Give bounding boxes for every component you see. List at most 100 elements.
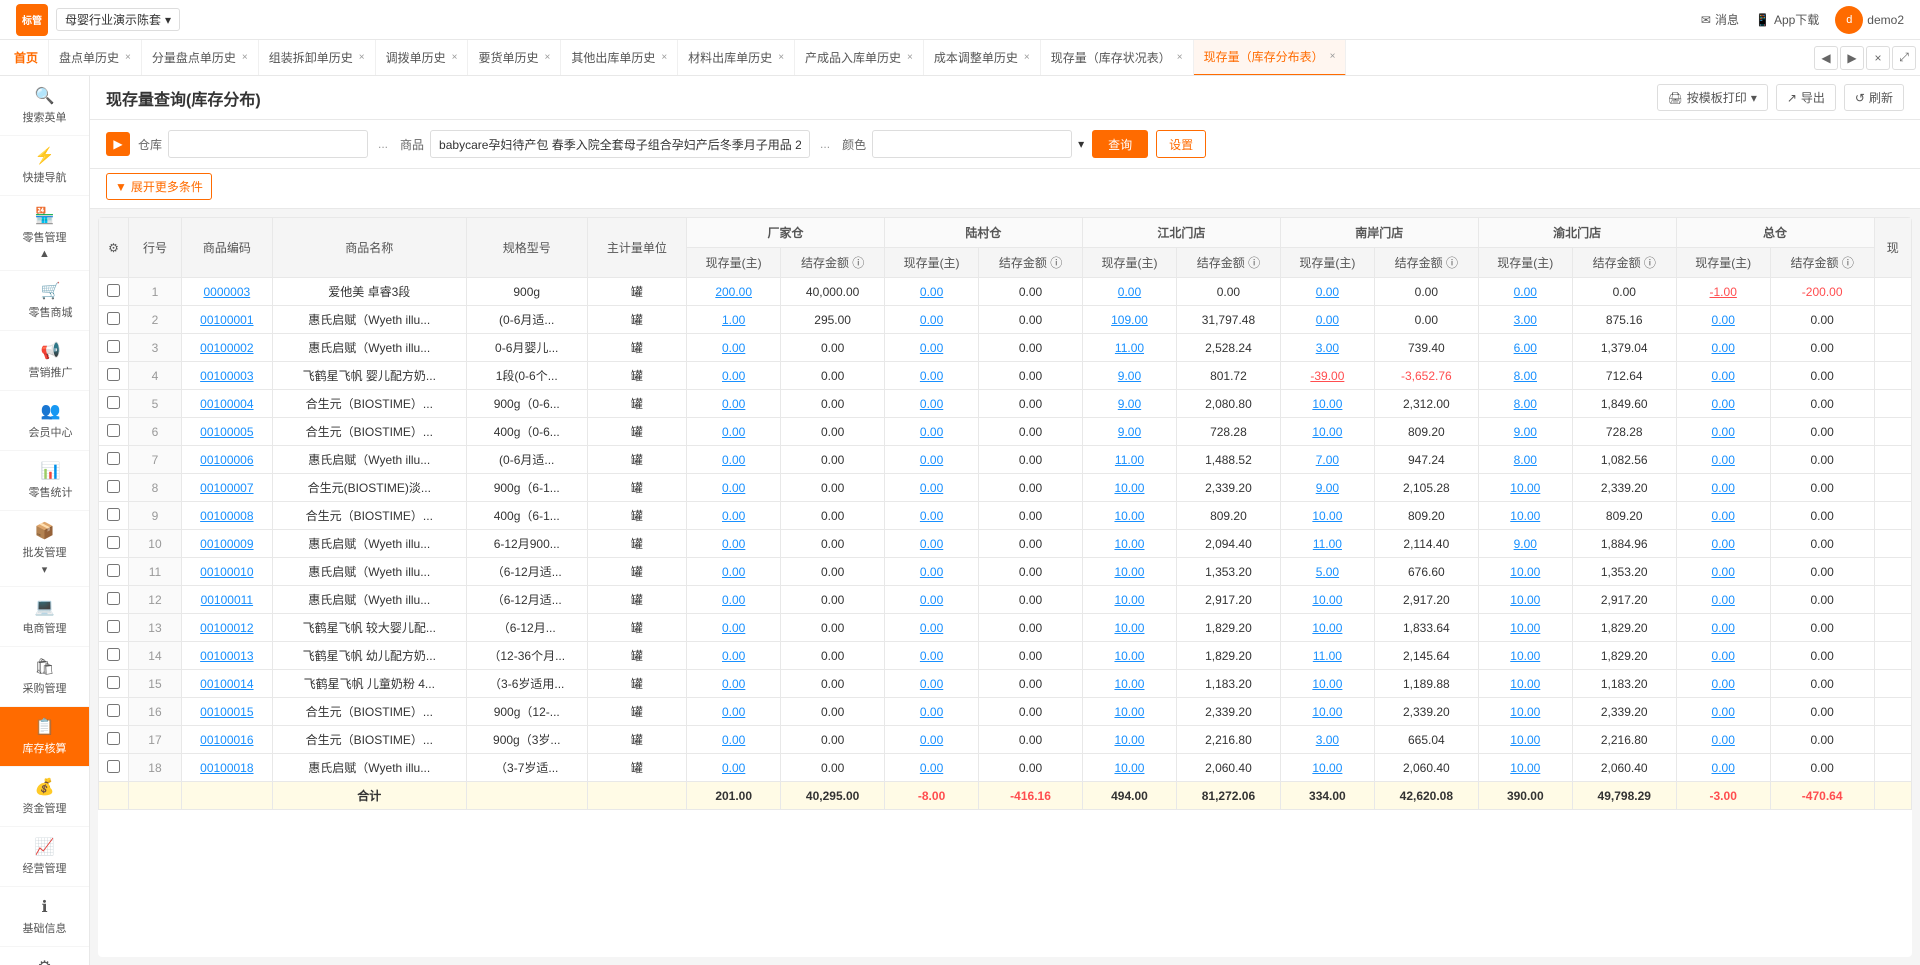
tab-stock-status[interactable]: 现存量（库存状况表） × bbox=[1041, 40, 1194, 76]
row-code[interactable]: 00100004 bbox=[181, 390, 272, 418]
row-nan-qty[interactable]: 0.00 bbox=[1280, 306, 1374, 334]
message-button[interactable]: ✉ 消息 bbox=[1701, 11, 1739, 28]
row-lu-qty[interactable]: 0.00 bbox=[884, 530, 978, 558]
row-jiangbei-qty[interactable]: 0.00 bbox=[1082, 278, 1176, 306]
company-selector[interactable]: 母婴行业演示陈套 ▾ bbox=[56, 8, 180, 31]
tab-material-outbound[interactable]: 材料出库单历史 × bbox=[678, 40, 795, 76]
row-factory-qty[interactable]: 0.00 bbox=[687, 530, 781, 558]
row-checkbox[interactable] bbox=[99, 278, 129, 306]
row-checkbox[interactable] bbox=[99, 698, 129, 726]
close-icon[interactable]: × bbox=[1024, 52, 1030, 63]
row-yubei-qty[interactable]: 8.00 bbox=[1478, 362, 1572, 390]
row-code[interactable]: 00100014 bbox=[181, 670, 272, 698]
row-yubei-qty[interactable]: 6.00 bbox=[1478, 334, 1572, 362]
row-nan-qty[interactable]: 0.00 bbox=[1280, 278, 1374, 306]
row-checkbox[interactable] bbox=[99, 306, 129, 334]
sidebar-item-purchase[interactable]: 🛍 采购管理 bbox=[0, 647, 89, 707]
row-nan-qty[interactable]: -39.00 bbox=[1280, 362, 1374, 390]
row-nan-qty[interactable]: 11.00 bbox=[1280, 530, 1374, 558]
row-nan-qty[interactable]: 10.00 bbox=[1280, 614, 1374, 642]
row-yubei-qty[interactable]: 10.00 bbox=[1478, 726, 1572, 754]
row-code[interactable]: 00100008 bbox=[181, 502, 272, 530]
row-lu-qty[interactable]: 0.00 bbox=[884, 474, 978, 502]
row-code[interactable]: 00100015 bbox=[181, 698, 272, 726]
row-total-qty[interactable]: 0.00 bbox=[1676, 502, 1770, 530]
close-icon[interactable]: × bbox=[1330, 51, 1336, 62]
row-code[interactable]: 00100016 bbox=[181, 726, 272, 754]
row-lu-qty[interactable]: 0.00 bbox=[884, 670, 978, 698]
row-jiangbei-qty[interactable]: 9.00 bbox=[1082, 418, 1176, 446]
close-icon[interactable]: × bbox=[359, 52, 365, 63]
row-jiangbei-qty[interactable]: 10.00 bbox=[1082, 754, 1176, 782]
row-yubei-qty[interactable]: 10.00 bbox=[1478, 474, 1572, 502]
row-total-qty[interactable]: 0.00 bbox=[1676, 586, 1770, 614]
row-factory-qty[interactable]: 0.00 bbox=[687, 362, 781, 390]
nav-close-button[interactable]: × bbox=[1866, 46, 1890, 70]
export-button[interactable]: ↗ 导出 bbox=[1776, 84, 1836, 111]
row-lu-qty[interactable]: 0.00 bbox=[884, 306, 978, 334]
row-code[interactable]: 00100012 bbox=[181, 614, 272, 642]
row-factory-qty[interactable]: 0.00 bbox=[687, 586, 781, 614]
warehouse-ellipsis[interactable]: ... bbox=[374, 137, 392, 151]
row-total-qty[interactable]: 0.00 bbox=[1676, 558, 1770, 586]
row-factory-qty[interactable]: 1.00 bbox=[687, 306, 781, 334]
row-checkbox[interactable] bbox=[99, 362, 129, 390]
sidebar-item-retail[interactable]: 🏪 零售管理 ▲ bbox=[0, 196, 89, 271]
row-nan-qty[interactable]: 10.00 bbox=[1280, 586, 1374, 614]
row-jiangbei-qty[interactable]: 10.00 bbox=[1082, 614, 1176, 642]
tab-product-inbound[interactable]: 产成品入库单历史 × bbox=[795, 40, 924, 76]
sidebar-item-basics[interactable]: ℹ 基础信息 bbox=[0, 887, 89, 947]
row-lu-qty[interactable]: 0.00 bbox=[884, 362, 978, 390]
row-checkbox[interactable] bbox=[99, 670, 129, 698]
sidebar-item-marketing[interactable]: 📢 营销推广 bbox=[0, 331, 89, 391]
row-code[interactable]: 00100018 bbox=[181, 754, 272, 782]
close-icon[interactable]: × bbox=[242, 52, 248, 63]
row-code[interactable]: 00100011 bbox=[181, 586, 272, 614]
row-jiangbei-qty[interactable]: 10.00 bbox=[1082, 726, 1176, 754]
row-lu-qty[interactable]: 0.00 bbox=[884, 418, 978, 446]
row-code[interactable]: 00100005 bbox=[181, 418, 272, 446]
row-lu-qty[interactable]: 0.00 bbox=[884, 642, 978, 670]
row-yubei-qty[interactable]: 8.00 bbox=[1478, 446, 1572, 474]
row-yubei-qty[interactable]: 10.00 bbox=[1478, 614, 1572, 642]
row-factory-qty[interactable]: 0.00 bbox=[687, 474, 781, 502]
tab-cost-adjust[interactable]: 成本调整单历史 × bbox=[924, 40, 1041, 76]
row-checkbox[interactable] bbox=[99, 446, 129, 474]
row-lu-qty[interactable]: 0.00 bbox=[884, 614, 978, 642]
sidebar-item-nav[interactable]: ⚡ 快捷导航 bbox=[0, 136, 89, 196]
row-code[interactable]: 00100007 bbox=[181, 474, 272, 502]
row-jiangbei-qty[interactable]: 9.00 bbox=[1082, 362, 1176, 390]
row-code[interactable]: 00100003 bbox=[181, 362, 272, 390]
row-checkbox[interactable] bbox=[99, 474, 129, 502]
tab-other-outbound[interactable]: 其他出库单历史 × bbox=[561, 40, 678, 76]
sidebar-item-members[interactable]: 👥 会员中心 bbox=[0, 391, 89, 451]
app-download-button[interactable]: 📱 App下载 bbox=[1755, 11, 1819, 28]
row-lu-qty[interactable]: 0.00 bbox=[884, 390, 978, 418]
row-factory-qty[interactable]: 0.00 bbox=[687, 418, 781, 446]
row-code[interactable]: 00100013 bbox=[181, 642, 272, 670]
row-total-qty[interactable]: 0.00 bbox=[1676, 670, 1770, 698]
row-checkbox[interactable] bbox=[99, 502, 129, 530]
close-icon[interactable]: × bbox=[544, 52, 550, 63]
row-total-qty[interactable]: 0.00 bbox=[1676, 362, 1770, 390]
row-lu-qty[interactable]: 0.00 bbox=[884, 726, 978, 754]
row-nan-qty[interactable]: 3.00 bbox=[1280, 334, 1374, 362]
row-factory-qty[interactable]: 0.00 bbox=[687, 334, 781, 362]
row-yubei-qty[interactable]: 10.00 bbox=[1478, 642, 1572, 670]
row-total-qty[interactable]: 0.00 bbox=[1676, 726, 1770, 754]
row-code[interactable]: 00100009 bbox=[181, 530, 272, 558]
row-checkbox[interactable] bbox=[99, 614, 129, 642]
col-settings[interactable]: ⚙ bbox=[99, 218, 129, 278]
row-total-qty[interactable]: 0.00 bbox=[1676, 530, 1770, 558]
row-jiangbei-qty[interactable]: 10.00 bbox=[1082, 474, 1176, 502]
row-nan-qty[interactable]: 10.00 bbox=[1280, 670, 1374, 698]
row-checkbox[interactable] bbox=[99, 558, 129, 586]
row-lu-qty[interactable]: 0.00 bbox=[884, 698, 978, 726]
row-yubei-qty[interactable]: 10.00 bbox=[1478, 754, 1572, 782]
sidebar-item-finance[interactable]: 💰 资金管理 bbox=[0, 767, 89, 827]
row-jiangbei-qty[interactable]: 10.00 bbox=[1082, 558, 1176, 586]
row-checkbox[interactable] bbox=[99, 586, 129, 614]
user-menu[interactable]: d demo2 bbox=[1835, 6, 1904, 34]
row-total-qty[interactable]: 0.00 bbox=[1676, 418, 1770, 446]
close-icon[interactable]: × bbox=[907, 52, 913, 63]
